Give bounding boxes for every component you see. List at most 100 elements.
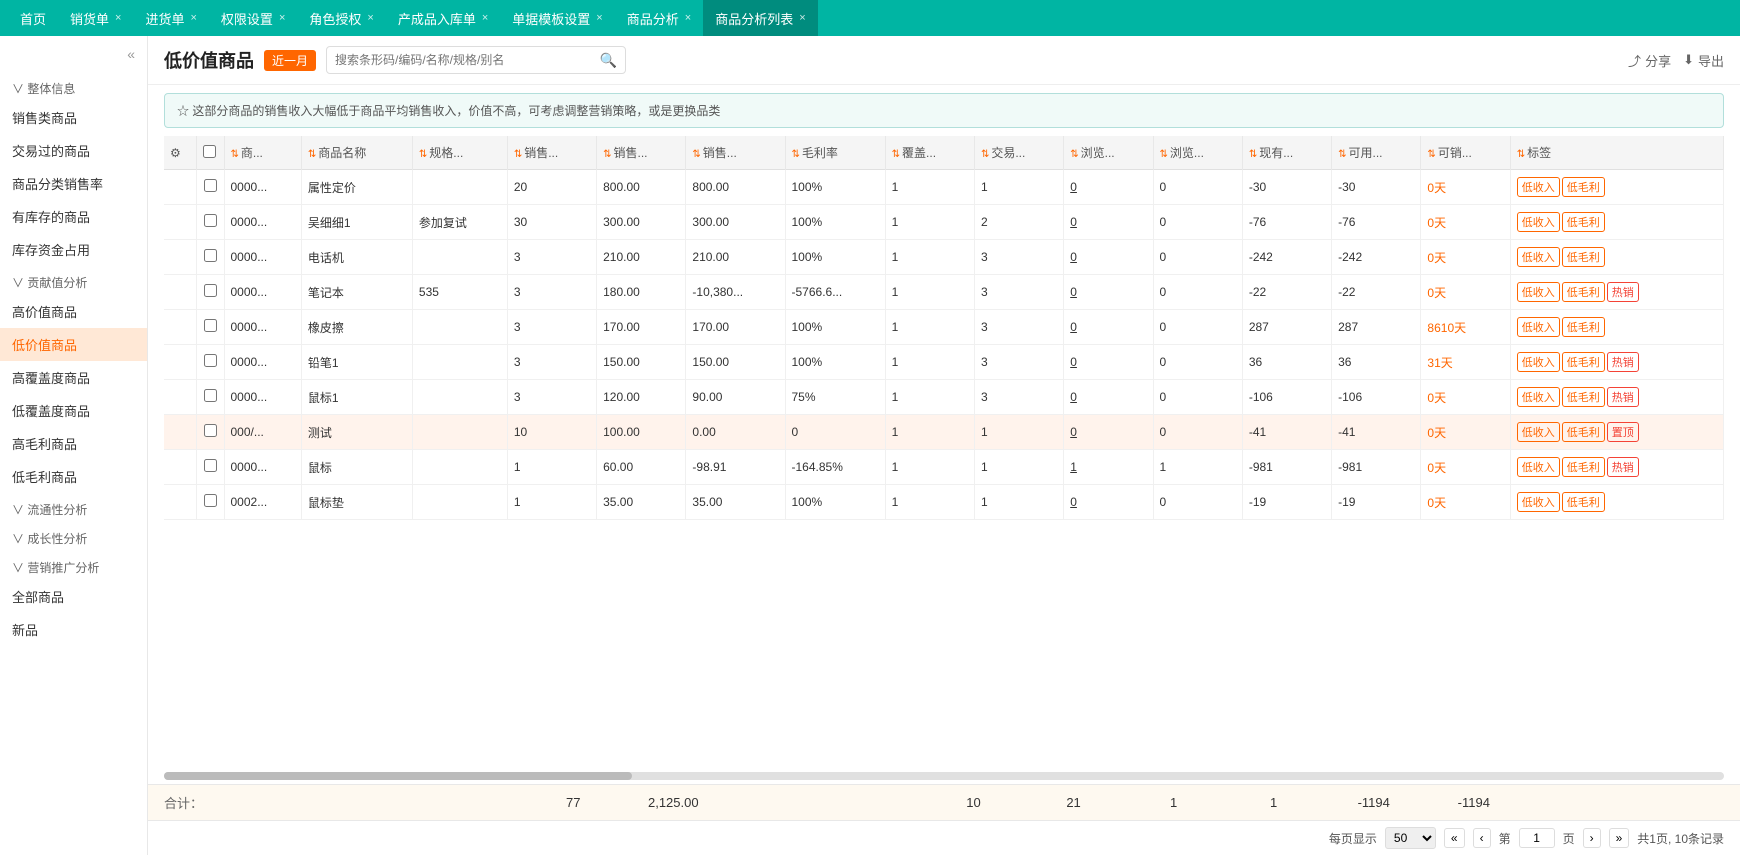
col-view1[interactable]: ⇅浏览... xyxy=(1064,136,1153,170)
row-checkbox[interactable] xyxy=(204,319,217,332)
collapse-sidebar-button[interactable]: « xyxy=(123,42,139,66)
last-page-button[interactable]: » xyxy=(1609,828,1630,848)
nav-product-analysis-list[interactable]: 商品分析列表 × xyxy=(703,0,817,36)
col-current-stock[interactable]: ⇅现有... xyxy=(1242,136,1331,170)
row-checkbox[interactable] xyxy=(204,494,217,507)
nav-product-analysis[interactable]: 商品分析 × xyxy=(615,0,703,36)
sidebar-item-stock-capital[interactable]: 库存资金占用 xyxy=(0,233,147,266)
row-checkbox[interactable] xyxy=(204,389,217,402)
view1-value[interactable]: 0 xyxy=(1070,285,1077,299)
cell-view1[interactable]: 0 xyxy=(1064,170,1153,205)
nav-role-auth[interactable]: 角色授权 × xyxy=(297,0,385,36)
close-icon[interactable]: × xyxy=(115,12,121,24)
cell-view1[interactable]: 0 xyxy=(1064,205,1153,240)
col-sale-cost[interactable]: ⇅销售... xyxy=(686,136,785,170)
nav-home[interactable]: 首页 xyxy=(8,0,58,36)
period-button[interactable]: 近一月 xyxy=(264,50,316,71)
close-icon[interactable]: × xyxy=(799,12,805,24)
first-page-button[interactable]: « xyxy=(1444,828,1465,848)
view1-value[interactable]: 0 xyxy=(1070,355,1077,369)
current-page-input[interactable] xyxy=(1519,828,1555,848)
nav-permission-settings[interactable]: 权限设置 × xyxy=(209,0,297,36)
sidebar-group-growth[interactable]: ∨ 成长性分析 xyxy=(0,522,147,551)
sidebar-item-new-products[interactable]: 新品 xyxy=(0,613,147,646)
horizontal-scrollbar[interactable] xyxy=(164,772,1724,780)
sidebar-group-overall[interactable]: ∨ 整体信息 xyxy=(0,72,147,101)
select-all-checkbox[interactable] xyxy=(203,145,216,158)
cell-view1[interactable]: 0 xyxy=(1064,485,1153,520)
nav-product-warehousing[interactable]: 产成品入库单 × xyxy=(386,0,500,36)
sidebar-item-stocked-products[interactable]: 有库存的商品 xyxy=(0,200,147,233)
view1-value[interactable]: 0 xyxy=(1070,180,1077,194)
row-checkbox[interactable] xyxy=(204,284,217,297)
close-icon[interactable]: × xyxy=(279,12,285,24)
sidebar-group-contribution[interactable]: ∨ 贡献值分析 xyxy=(0,266,147,295)
view1-value[interactable]: 0 xyxy=(1070,390,1077,404)
sidebar-item-low-coverage[interactable]: 低覆盖度商品 xyxy=(0,394,147,427)
row-checkbox[interactable] xyxy=(204,354,217,367)
row-checkbox[interactable] xyxy=(204,179,217,192)
close-icon[interactable]: × xyxy=(482,12,488,24)
cell-view1[interactable]: 0 xyxy=(1064,345,1153,380)
next-page-button[interactable]: › xyxy=(1583,828,1601,848)
col-name[interactable]: ⇅商品名称 xyxy=(301,136,412,170)
search-icon[interactable]: 🔍 xyxy=(600,52,617,69)
sidebar-item-traded-products[interactable]: 交易过的商品 xyxy=(0,134,147,167)
share-button[interactable]: ⤴ 分享 xyxy=(1628,51,1671,70)
col-settings[interactable]: ⚙ xyxy=(164,136,196,170)
col-transaction[interactable]: ⇅交易... xyxy=(974,136,1063,170)
close-icon[interactable]: × xyxy=(367,12,373,24)
cell-view1[interactable]: 0 xyxy=(1064,275,1153,310)
sidebar-item-sales-products[interactable]: 销售类商品 xyxy=(0,101,147,134)
sidebar-item-all-products[interactable]: 全部商品 xyxy=(0,580,147,613)
cell-view1[interactable]: 0 xyxy=(1064,415,1153,450)
cell-sale-qty: 10 xyxy=(507,415,596,450)
col-available[interactable]: ⇅可用... xyxy=(1332,136,1421,170)
view1-value[interactable]: 1 xyxy=(1070,460,1077,474)
sidebar-item-high-coverage[interactable]: 高覆盖度商品 xyxy=(0,361,147,394)
col-coverage[interactable]: ⇅覆盖... xyxy=(885,136,974,170)
sidebar-item-low-margin[interactable]: 低毛利商品 xyxy=(0,460,147,493)
sidebar-item-high-margin[interactable]: 高毛利商品 xyxy=(0,427,147,460)
col-sale-qty[interactable]: ⇅销售... xyxy=(507,136,596,170)
col-sale-amount[interactable]: ⇅销售... xyxy=(597,136,686,170)
view1-value[interactable]: 0 xyxy=(1070,320,1077,334)
cell-view1[interactable]: 0 xyxy=(1064,240,1153,275)
search-box[interactable]: 🔍 xyxy=(326,46,626,74)
col-view2[interactable]: ⇅浏览... xyxy=(1153,136,1242,170)
sidebar-item-high-value[interactable]: 高价值商品 xyxy=(0,295,147,328)
sidebar-item-category-sales-rate[interactable]: 商品分类销售率 xyxy=(0,167,147,200)
col-spec[interactable]: ⇅规格... xyxy=(412,136,507,170)
nav-sales-order[interactable]: 销货单 × xyxy=(58,0,133,36)
view1-value[interactable]: 0 xyxy=(1070,250,1077,264)
col-code[interactable]: ⇅商... xyxy=(224,136,301,170)
close-icon[interactable]: × xyxy=(190,12,196,24)
sidebar-item-low-value[interactable]: 低价值商品 xyxy=(0,328,147,361)
per-page-select[interactable]: 50 100 200 xyxy=(1385,827,1436,849)
footer-summary: 合计： 77 2,125.00 10 21 1 1 -1194 -1194 xyxy=(148,784,1740,820)
search-input[interactable] xyxy=(335,53,600,67)
scroll-thumb[interactable] xyxy=(164,772,632,780)
nav-template-settings[interactable]: 单据模板设置 × xyxy=(500,0,614,36)
prev-page-button[interactable]: ‹ xyxy=(1473,828,1491,848)
export-button[interactable]: ⬇ 导出 xyxy=(1683,51,1724,70)
view1-value[interactable]: 0 xyxy=(1070,425,1077,439)
col-saleable[interactable]: ⇅可销... xyxy=(1421,136,1510,170)
nav-purchase-order[interactable]: 进货单 × xyxy=(133,0,208,36)
view1-value[interactable]: 0 xyxy=(1070,495,1077,509)
row-checkbox[interactable] xyxy=(204,214,217,227)
row-checkbox[interactable] xyxy=(204,459,217,472)
sidebar-group-marketing[interactable]: ∨ 营销推广分析 xyxy=(0,551,147,580)
cell-view1[interactable]: 1 xyxy=(1064,450,1153,485)
row-checkbox[interactable] xyxy=(204,424,217,437)
row-checkbox[interactable] xyxy=(204,249,217,262)
close-icon[interactable]: × xyxy=(596,12,602,24)
col-gross-margin[interactable]: ⇅毛利率 xyxy=(785,136,885,170)
sidebar-group-liquidity[interactable]: ∨ 流通性分析 xyxy=(0,493,147,522)
cell-view1[interactable]: 0 xyxy=(1064,310,1153,345)
close-icon[interactable]: × xyxy=(685,12,691,24)
col-tags[interactable]: ⇅标签 xyxy=(1510,136,1723,170)
cell-view2: 0 xyxy=(1153,205,1242,240)
view1-value[interactable]: 0 xyxy=(1070,215,1077,229)
cell-view1[interactable]: 0 xyxy=(1064,380,1153,415)
